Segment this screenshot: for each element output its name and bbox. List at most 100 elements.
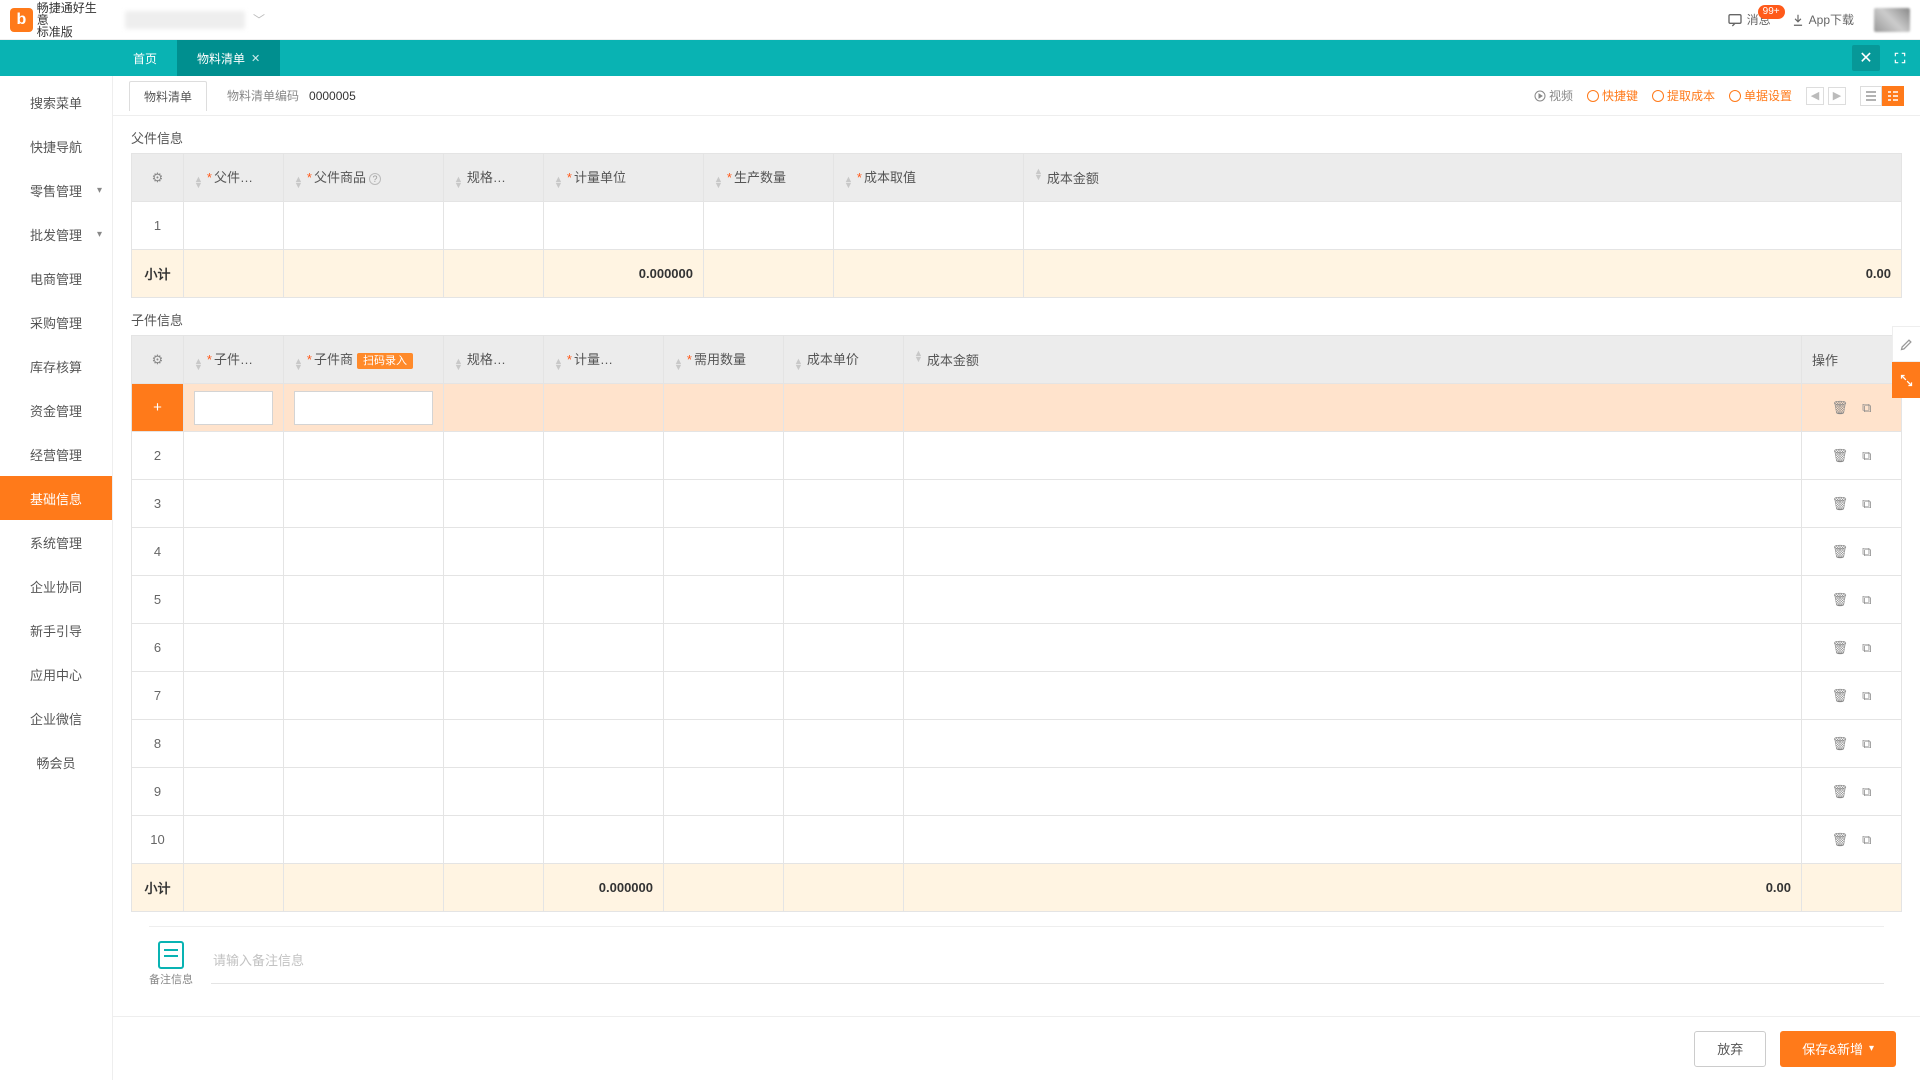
cell[interactable] bbox=[184, 528, 284, 576]
cell[interactable] bbox=[834, 202, 1024, 250]
copy-icon[interactable]: ⧉ bbox=[1862, 784, 1871, 800]
child-code-input[interactable] bbox=[194, 391, 273, 425]
copy-icon[interactable]: ⧉ bbox=[1862, 400, 1871, 416]
copy-icon[interactable]: ⧉ bbox=[1862, 448, 1871, 464]
cell[interactable] bbox=[904, 720, 1802, 768]
doc-setting-link[interactable]: 单据设置 bbox=[1729, 87, 1792, 104]
view-form-button[interactable] bbox=[1882, 86, 1904, 106]
delete-icon[interactable]: 🗑 bbox=[1832, 592, 1849, 608]
cell[interactable] bbox=[284, 624, 444, 672]
sidebar-item-inventory[interactable]: 库存核算 bbox=[0, 344, 112, 388]
cell[interactable] bbox=[664, 768, 784, 816]
sidebar-item-funds[interactable]: 资金管理 bbox=[0, 388, 112, 432]
cell[interactable] bbox=[784, 528, 904, 576]
cell[interactable] bbox=[184, 480, 284, 528]
cell[interactable] bbox=[784, 768, 904, 816]
cell[interactable] bbox=[544, 624, 664, 672]
cell[interactable] bbox=[664, 624, 784, 672]
col-spec[interactable]: ▲▼规格… bbox=[444, 154, 544, 202]
tab-home[interactable]: 首页 bbox=[113, 40, 177, 76]
cell[interactable] bbox=[904, 768, 1802, 816]
cell[interactable] bbox=[184, 672, 284, 720]
cell[interactable] bbox=[664, 576, 784, 624]
cell[interactable] bbox=[284, 720, 444, 768]
cell[interactable] bbox=[664, 816, 784, 864]
cell[interactable] bbox=[904, 576, 1802, 624]
cell[interactable] bbox=[284, 768, 444, 816]
table-row[interactable]: 1 bbox=[132, 202, 1902, 250]
tabbar-close-button[interactable]: ✕ bbox=[1852, 45, 1880, 71]
delete-icon[interactable]: 🗑 bbox=[1832, 496, 1849, 512]
delete-icon[interactable]: 🗑 bbox=[1832, 640, 1849, 656]
table-row[interactable]: 2🗑⧉ bbox=[132, 432, 1902, 480]
cell[interactable] bbox=[184, 624, 284, 672]
cell[interactable] bbox=[284, 816, 444, 864]
cell[interactable] bbox=[444, 816, 544, 864]
cell[interactable] bbox=[664, 672, 784, 720]
col-unit[interactable]: ▲▼计量… bbox=[544, 336, 664, 384]
cell[interactable] bbox=[904, 480, 1802, 528]
next-button[interactable]: ▶ bbox=[1828, 87, 1846, 105]
sidebar-item-purchase[interactable]: 采购管理 bbox=[0, 300, 112, 344]
rail-expand-button[interactable] bbox=[1892, 362, 1920, 398]
sidebar-item-member[interactable]: 畅会员 bbox=[0, 740, 112, 784]
cell[interactable] bbox=[784, 432, 904, 480]
cell[interactable] bbox=[284, 672, 444, 720]
cell[interactable] bbox=[664, 720, 784, 768]
col-gear[interactable]: ⚙ bbox=[132, 336, 184, 384]
cell[interactable] bbox=[664, 528, 784, 576]
discard-button[interactable]: 放弃 bbox=[1694, 1031, 1766, 1067]
cell[interactable] bbox=[444, 432, 544, 480]
table-row[interactable]: +🗑⧉ bbox=[132, 384, 1902, 432]
app-download-button[interactable]: App下载 bbox=[1791, 11, 1854, 28]
col-amount[interactable]: ▲▼成本金额 bbox=[904, 336, 1802, 384]
sidebar-item-guide[interactable]: 新手引导 bbox=[0, 608, 112, 652]
cell[interactable] bbox=[184, 720, 284, 768]
delete-icon[interactable]: 🗑 bbox=[1832, 832, 1849, 848]
help-icon[interactable]: ? bbox=[369, 173, 381, 185]
delete-icon[interactable]: 🗑 bbox=[1832, 784, 1849, 800]
remark-input[interactable] bbox=[211, 944, 1884, 984]
cell[interactable] bbox=[184, 576, 284, 624]
cell[interactable] bbox=[784, 480, 904, 528]
cell[interactable] bbox=[544, 720, 664, 768]
cell[interactable] bbox=[784, 576, 904, 624]
sidebar-item-wholesale[interactable]: 批发管理▾ bbox=[0, 212, 112, 256]
delete-icon[interactable]: 🗑 bbox=[1832, 448, 1849, 464]
cell[interactable] bbox=[544, 384, 664, 432]
extract-cost-link[interactable]: 提取成本 bbox=[1652, 87, 1715, 104]
cell[interactable] bbox=[904, 672, 1802, 720]
col-gear[interactable]: ⚙ bbox=[132, 154, 184, 202]
copy-icon[interactable]: ⧉ bbox=[1862, 688, 1871, 704]
cell[interactable] bbox=[904, 432, 1802, 480]
cell[interactable] bbox=[184, 816, 284, 864]
close-icon[interactable]: ✕ bbox=[251, 52, 260, 65]
col-child-code[interactable]: ▲▼子件… bbox=[184, 336, 284, 384]
table-row[interactable]: 5🗑⧉ bbox=[132, 576, 1902, 624]
cell[interactable] bbox=[184, 202, 284, 250]
col-qty[interactable]: ▲▼生产数量 bbox=[704, 154, 834, 202]
subtab-bom[interactable]: 物料清单 bbox=[129, 81, 207, 111]
sidebar-item-operation[interactable]: 经营管理 bbox=[0, 432, 112, 476]
cell[interactable] bbox=[444, 576, 544, 624]
table-row[interactable]: 8🗑⧉ bbox=[132, 720, 1902, 768]
sidebar-item-retail[interactable]: 零售管理▾ bbox=[0, 168, 112, 212]
cell[interactable] bbox=[284, 202, 444, 250]
table-row[interactable]: 7🗑⧉ bbox=[132, 672, 1902, 720]
save-and-new-button[interactable]: 保存&新增 ▾ bbox=[1780, 1031, 1896, 1067]
col-need-qty[interactable]: ▲▼需用数量 bbox=[664, 336, 784, 384]
col-child-product[interactable]: ▲▼子件商扫码录入 bbox=[284, 336, 444, 384]
shortcut-link[interactable]: 快捷键 bbox=[1587, 87, 1638, 104]
sidebar-item-search[interactable]: 搜索菜单 bbox=[0, 80, 112, 124]
company-selector[interactable]: ﹀ bbox=[125, 11, 265, 29]
cell[interactable] bbox=[184, 384, 284, 432]
sidebar-item-wechat[interactable]: 企业微信 bbox=[0, 696, 112, 740]
copy-icon[interactable]: ⧉ bbox=[1862, 544, 1871, 560]
prev-button[interactable]: ◀ bbox=[1806, 87, 1824, 105]
delete-icon[interactable]: 🗑 bbox=[1832, 400, 1849, 416]
cell[interactable] bbox=[284, 480, 444, 528]
messages-button[interactable]: 消息 99+ bbox=[1727, 11, 1771, 28]
copy-icon[interactable]: ⧉ bbox=[1862, 640, 1871, 656]
table-row[interactable]: 3🗑⧉ bbox=[132, 480, 1902, 528]
cell[interactable] bbox=[444, 672, 544, 720]
